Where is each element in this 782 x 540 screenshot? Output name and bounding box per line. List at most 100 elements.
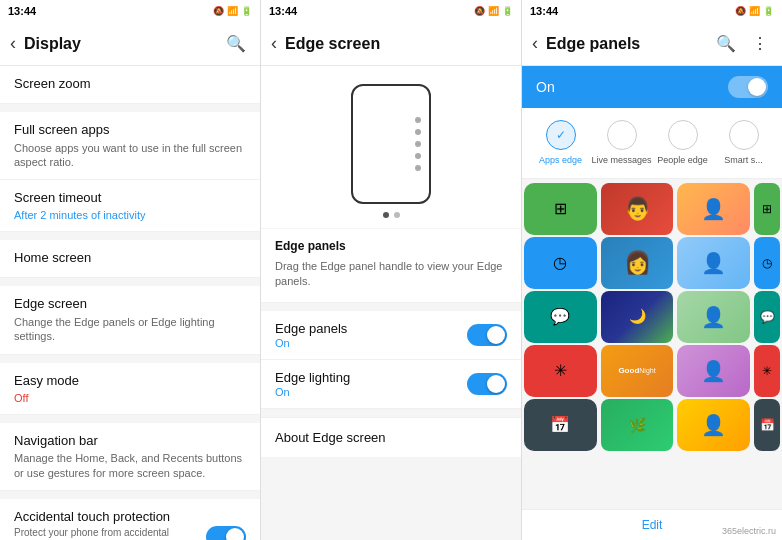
people-edge-tab[interactable]: People edge: [652, 120, 713, 166]
photo-5[interactable]: 🌿: [601, 399, 674, 451]
easy-mode-item[interactable]: Easy mode Off: [0, 363, 260, 415]
live-messages-tab[interactable]: Live messages: [591, 120, 652, 166]
edit-label: Edit: [642, 518, 663, 532]
apps-edge-tab[interactable]: ✓ Apps edge: [530, 120, 591, 166]
home-screen-item[interactable]: Home screen: [0, 240, 260, 278]
app-icon-calendar[interactable]: 📅: [524, 399, 597, 451]
screen-timeout-value: After 2 minutes of inactivity: [14, 209, 246, 221]
time-2: 13:44: [269, 5, 297, 17]
people-edge-label: People edge: [657, 155, 708, 166]
indicator-dot-2: [394, 212, 400, 218]
on-toggle-bar[interactable]: On: [522, 66, 782, 108]
app-icon-clock[interactable]: ◷: [524, 237, 597, 289]
screen-zoom-item[interactable]: Screen zoom: [0, 66, 260, 104]
screen-timeout-item[interactable]: Screen timeout After 2 minutes of inacti…: [0, 180, 260, 232]
easy-mode-label: Easy mode: [14, 373, 246, 390]
search-button-1[interactable]: 🔍: [222, 30, 250, 57]
search-button-3[interactable]: 🔍: [712, 30, 740, 57]
edge-panels-topbar: ‹ Edge panels 🔍 ⋮: [522, 22, 782, 66]
about-edge-screen-item[interactable]: About Edge screen: [261, 417, 521, 457]
app-icon-asterisk[interactable]: ✳: [524, 345, 597, 397]
edge-panels-title: Edge panels: [546, 35, 704, 53]
navigation-bar-desc: Manage the Home, Back, and Recents butto…: [14, 451, 246, 480]
apps-col-4: ⊞ ◷ 💬 ✳ 📅: [752, 179, 782, 509]
apps-columns: ⊞ ◷ 💬 ✳ 📅 👨 👩 🌙 Good Night 🌿: [522, 179, 782, 509]
app-icon-plus-2[interactable]: ⊞: [754, 183, 780, 235]
edge-panels-panel: 13:44 🔕 📶 🔋 ‹ Edge panels 🔍 ⋮ On ✓ Apps …: [522, 0, 782, 540]
status-bar-1: 13:44 🔕 📶 🔋: [0, 0, 260, 22]
app-icon-plus[interactable]: ⊞: [524, 183, 597, 235]
edge-lighting-toggle-row[interactable]: Edge lighting On: [261, 360, 521, 409]
avatar-5[interactable]: 👤: [677, 399, 750, 451]
edge-dot-1: [415, 117, 421, 123]
about-edge-screen-label: About Edge screen: [275, 430, 386, 445]
navigation-bar-item[interactable]: Navigation bar Manage the Home, Back, an…: [0, 423, 260, 491]
apps-col-3: 👤 👤 👤 👤 👤: [675, 179, 752, 509]
edge-dot-5: [415, 165, 421, 171]
accidental-touch-item[interactable]: Accidental touch protection Protect your…: [0, 499, 260, 540]
full-screen-apps-label: Full screen apps: [14, 122, 246, 139]
back-button-2[interactable]: ‹: [271, 33, 277, 54]
navigation-bar-label: Navigation bar: [14, 433, 246, 450]
app-icon-chat-2[interactable]: 💬: [754, 291, 780, 343]
page-indicator: [383, 212, 400, 218]
status-bar-3: 13:44 🔕 📶 🔋: [522, 0, 782, 22]
edit-button[interactable]: Edit: [522, 509, 782, 540]
avatar-3[interactable]: 👤: [677, 291, 750, 343]
photo-1[interactable]: 👨: [601, 183, 674, 235]
app-icon-asterisk-2[interactable]: ✳: [754, 345, 780, 397]
avatar-2[interactable]: 👤: [677, 237, 750, 289]
home-screen-label: Home screen: [14, 250, 246, 267]
edge-screen-title: Edge screen: [285, 35, 511, 53]
phone-edge-dots: [415, 117, 429, 171]
avatar-1[interactable]: 👤: [677, 183, 750, 235]
indicator-dot-1: [383, 212, 389, 218]
app-icon-chat[interactable]: 💬: [524, 291, 597, 343]
photo-2[interactable]: 👩: [601, 237, 674, 289]
status-icons-3: 🔕 📶 🔋: [735, 6, 774, 16]
photo-4[interactable]: Good Night: [601, 345, 674, 397]
signal-icon: 📶: [227, 6, 238, 16]
edge-panels-section-label: Edge panels: [261, 229, 521, 259]
photo-3[interactable]: 🌙: [601, 291, 674, 343]
display-panel: 13:44 🔕 📶 🔋 ‹ Display 🔍 Screen zoom Full…: [0, 0, 261, 540]
on-toggle[interactable]: [728, 76, 768, 98]
screen-timeout-label: Screen timeout: [14, 190, 246, 207]
more-button-3[interactable]: ⋮: [748, 30, 772, 57]
edge-panels-toggle[interactable]: [467, 324, 507, 346]
edge-panels-toggle-row[interactable]: Edge panels On: [261, 311, 521, 360]
edge-dot-3: [415, 141, 421, 147]
battery-icon: 🔋: [241, 6, 252, 16]
edge-panels-toggle-label: Edge panels: [275, 321, 347, 336]
edge-panels-section-desc: Drag the Edge panel handle to view your …: [261, 259, 521, 303]
accidental-touch-desc: Protect your phone from accidental touch…: [14, 526, 194, 540]
edge-screen-item[interactable]: Edge screen Change the Edge panels or Ed…: [0, 286, 260, 354]
edge-screen-desc: Change the Edge panels or Edge lighting …: [14, 315, 246, 344]
battery-icon-2: 🔋: [502, 6, 513, 16]
edge-dot-2: [415, 129, 421, 135]
mute-icon: 🔕: [213, 6, 224, 16]
on-label: On: [536, 79, 555, 95]
accidental-touch-label: Accidental touch protection: [14, 509, 194, 524]
edge-screen-topbar: ‹ Edge screen: [261, 22, 521, 66]
edge-lighting-toggle-label: Edge lighting: [275, 370, 350, 385]
accidental-touch-toggle[interactable]: [206, 526, 246, 540]
live-messages-label: Live messages: [591, 155, 651, 166]
smart-s-tab[interactable]: Smart s...: [713, 120, 774, 166]
apps-edge-label: Apps edge: [539, 155, 582, 166]
mute-icon-3: 🔕: [735, 6, 746, 16]
mute-icon-2: 🔕: [474, 6, 485, 16]
avatar-4[interactable]: 👤: [677, 345, 750, 397]
status-icons-1: 🔕 📶 🔋: [213, 6, 252, 16]
back-button-3[interactable]: ‹: [532, 33, 538, 54]
app-icon-clock-2[interactable]: ◷: [754, 237, 780, 289]
phone-mockup: [351, 84, 431, 204]
app-icon-calendar-2[interactable]: 📅: [754, 399, 780, 451]
edge-lighting-toggle[interactable]: [467, 373, 507, 395]
screen-zoom-label: Screen zoom: [14, 76, 246, 93]
full-screen-apps-item[interactable]: Full screen apps Choose apps you want to…: [0, 112, 260, 180]
apps-edge-circle: ✓: [546, 120, 576, 150]
apps-edge-check: ✓: [556, 128, 566, 142]
back-button-1[interactable]: ‹: [10, 33, 16, 54]
time-3: 13:44: [530, 5, 558, 17]
